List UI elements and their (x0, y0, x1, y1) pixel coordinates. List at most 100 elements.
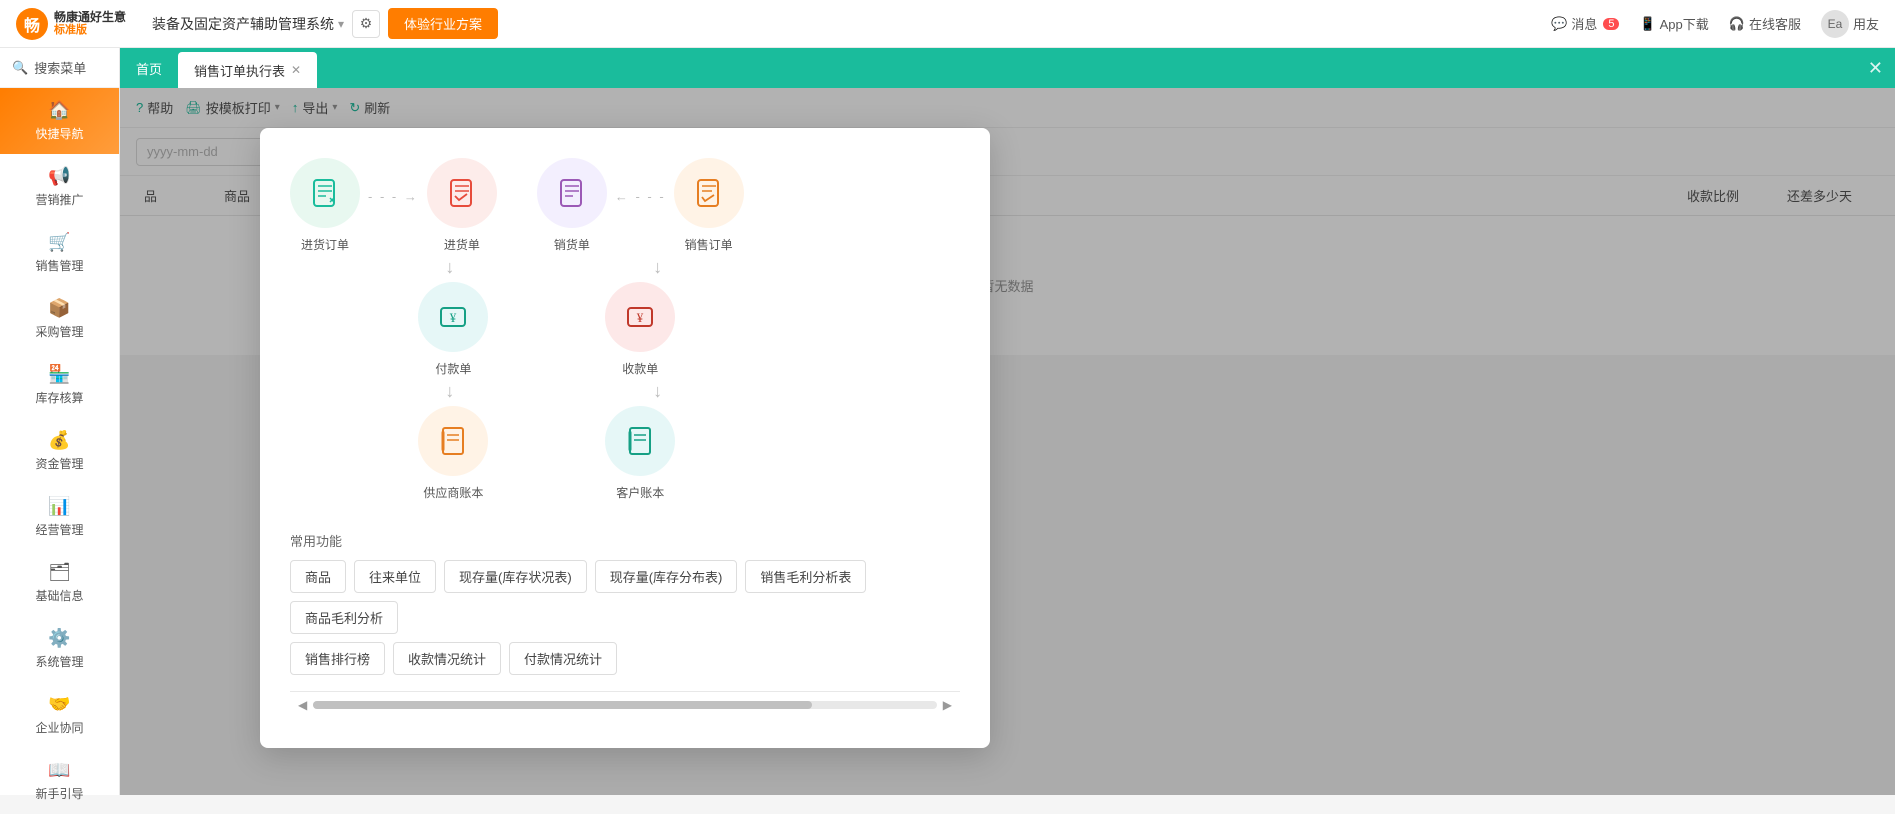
svg-text:¥: ¥ (637, 310, 644, 325)
tab-close-icon[interactable]: ✕ (291, 63, 301, 77)
main-layout: 🔍 搜索菜单 🏠 快捷导航 📢 营销推广 🛒 销售管理 📦 采购管理 🏪 库存核… (0, 48, 1895, 795)
sidebar-item-finance[interactable]: 💰 资金管理 (0, 418, 119, 484)
customer-ledger-circle (605, 406, 675, 476)
cf-btn-goods[interactable]: 商品 (290, 560, 346, 593)
customer-ledger-node[interactable]: 客户账本 (605, 406, 675, 501)
sidebar-item-inventory[interactable]: 🏪 库存核算 (0, 352, 119, 418)
supplier-ledger-circle (418, 406, 488, 476)
sales-slip-node[interactable]: 销货单 (537, 158, 607, 253)
cf-btn-receipt-stats[interactable]: 收款情况统计 (393, 642, 501, 675)
purchase-slip-node[interactable]: 进货单 (427, 158, 497, 253)
receipt-slip-node[interactable]: ¥ 收款单 (605, 282, 675, 377)
sidebar-item-label-operation: 经营管理 (35, 521, 83, 538)
cf-btn-payment-stats[interactable]: 付款情况统计 (509, 642, 617, 675)
customer-ledger-label: 客户账本 (616, 484, 664, 501)
cf-btn-counterparty[interactable]: 往来单位 (354, 560, 436, 593)
basic-info-icon: 🗂 (48, 562, 71, 583)
trial-button[interactable]: 体验行业方案 (388, 8, 498, 39)
system-name-area: 装备及固定资产辅助管理系统 ▾ ⚙ 体验行业方案 (152, 8, 1551, 39)
search-menu-label: 搜索菜单 (34, 58, 86, 77)
sidebar-item-label-marketing: 营销推广 (35, 191, 83, 208)
sales-order-node[interactable]: 销售订单 (674, 158, 744, 253)
common-functions-title: 常用功能 (290, 531, 960, 550)
modal-overlay[interactable]: 进货订单 - - - → 进货单 (120, 88, 1895, 795)
top-header: 畅 畅康通好生意 标准版 装备及固定资产辅助管理系统 ▾ ⚙ 体验行业方案 💬 … (0, 0, 1895, 48)
sales-order-label: 销售订单 (685, 236, 733, 253)
purchase-slip-label: 进货单 (444, 236, 480, 253)
collab-icon: 🤝 (48, 694, 70, 715)
tab-bar-right: ✕ (1868, 58, 1895, 79)
cf-btn-goods-profit[interactable]: 商品毛利分析 (290, 601, 398, 634)
close-all-button[interactable]: ✕ (1868, 58, 1883, 78)
sidebar-item-label-sales: 销售管理 (35, 257, 83, 274)
logo-icon: 畅 (16, 8, 48, 40)
scroll-track[interactable] (313, 701, 937, 709)
scroll-right-arrow[interactable]: ▶ (943, 698, 952, 712)
sidebar-item-label-basic-info: 基础信息 (35, 587, 83, 604)
sidebar-item-label-quick-nav: 快捷导航 (35, 125, 83, 142)
system-dropdown[interactable]: 装备及固定资产辅助管理系统 ▾ (152, 14, 344, 34)
tab-home-label: 首页 (136, 59, 162, 78)
sidebar-item-purchase[interactable]: 📦 采购管理 (0, 286, 119, 352)
app-download-button[interactable]: 📱 App下载 (1639, 14, 1708, 33)
flow-left-column: 进货订单 - - - → 进货单 (290, 158, 497, 501)
online-service-button[interactable]: 🎧 在线客服 (1729, 14, 1801, 33)
logo-area: 畅 畅康通好生意 标准版 (16, 8, 136, 40)
flow-row-top-left: 进货订单 - - - → 进货单 (290, 158, 497, 253)
sidebar-item-marketing[interactable]: 📢 营销推广 (0, 154, 119, 220)
sidebar-item-label-inventory: 库存核算 (35, 389, 83, 406)
sidebar-item-basic-info[interactable]: 🗂 基础信息 (0, 550, 119, 616)
payment-slip-node[interactable]: ¥ 付款单 (418, 282, 488, 377)
user-menu[interactable]: Ea 用友 (1821, 10, 1879, 38)
logo-text-line1: 畅康通好生意 (54, 10, 126, 24)
arrow-receipt-to-customer: ↓ (653, 381, 662, 402)
sidebar-item-quick-nav[interactable]: 🏠 快捷导航 (0, 88, 119, 154)
arrow-ss-to-receipt: ↓ (653, 257, 662, 278)
arrow-po-to-ps: - - - → (360, 189, 427, 204)
purchase-order-circle (290, 158, 360, 228)
sidebar-item-collab[interactable]: 🤝 企业协同 (0, 682, 119, 748)
sales-order-circle (674, 158, 744, 228)
flow-diagram: 进货订单 - - - → 进货单 (290, 158, 960, 501)
cf-buttons-row1: 商品 往来单位 现存量(库存状况表) 现存量(库存分布表) 销售毛利分析表 商品… (290, 560, 960, 634)
cf-btn-sales-rank[interactable]: 销售排行榜 (290, 642, 385, 675)
sales-icon: 🛒 (48, 232, 70, 253)
sidebar-item-sales[interactable]: 🛒 销售管理 (0, 220, 119, 286)
cf-btn-sales-profit[interactable]: 销售毛利分析表 (745, 560, 866, 593)
purchase-order-label: 进货订单 (301, 236, 349, 253)
cf-btn-stock-status[interactable]: 现存量(库存状况表) (444, 560, 587, 593)
purchase-order-node[interactable]: 进货订单 (290, 158, 360, 253)
content-area: 首页 销售订单执行表 ✕ ✕ ? 帮助 🖨 按模板打印 ▾ (120, 48, 1895, 795)
tab-sales-order[interactable]: 销售订单执行表 ✕ (178, 52, 317, 88)
settings-icon[interactable]: ⚙ (352, 10, 380, 38)
sidebar-item-newbie[interactable]: 📖 新手引导 (0, 748, 119, 814)
cf-btn-stock-dist[interactable]: 现存量(库存分布表) (595, 560, 738, 593)
arrow-ss-from-so: ← - - - (607, 189, 674, 204)
sidebar-item-operation[interactable]: 📊 经营管理 (0, 484, 119, 550)
message-badge: 5 (1603, 18, 1619, 30)
cf-buttons-row2: 销售排行榜 收款情况统计 付款情况统计 (290, 642, 960, 675)
arrow-pay-to-supplier: ↓ (445, 381, 454, 402)
newbie-icon: 📖 (48, 760, 70, 781)
operation-icon: 📊 (48, 496, 70, 517)
sidebar-item-system[interactable]: ⚙️ 系统管理 (0, 616, 119, 682)
flow-row-top-right: 销货单 ← - - - 销售订单 (537, 158, 744, 253)
receipt-slip-circle: ¥ (605, 282, 675, 352)
message-icon: 💬 (1551, 16, 1567, 32)
quick-nav-modal: 进货订单 - - - → 进货单 (260, 128, 990, 748)
system-name-text: 装备及固定资产辅助管理系统 (152, 14, 334, 34)
search-menu-item[interactable]: 🔍 搜索菜单 (0, 48, 119, 88)
tab-home[interactable]: 首页 (120, 48, 178, 88)
payment-slip-label: 付款单 (435, 360, 471, 377)
scroll-thumb (313, 701, 812, 709)
marketing-icon: 📢 (48, 166, 70, 187)
sidebar: 🔍 搜索菜单 🏠 快捷导航 📢 营销推广 🛒 销售管理 📦 采购管理 🏪 库存核… (0, 48, 120, 795)
inventory-icon: 🏪 (48, 364, 70, 385)
receipt-slip-label: 收款单 (622, 360, 658, 377)
dropdown-arrow-icon[interactable]: ▾ (338, 17, 344, 31)
scroll-left-arrow[interactable]: ◀ (298, 698, 307, 712)
supplier-ledger-node[interactable]: 供应商账本 (418, 406, 488, 501)
svg-text:¥: ¥ (450, 310, 457, 325)
headset-icon: 🎧 (1729, 16, 1745, 32)
message-button[interactable]: 💬 消息 5 (1551, 14, 1619, 33)
